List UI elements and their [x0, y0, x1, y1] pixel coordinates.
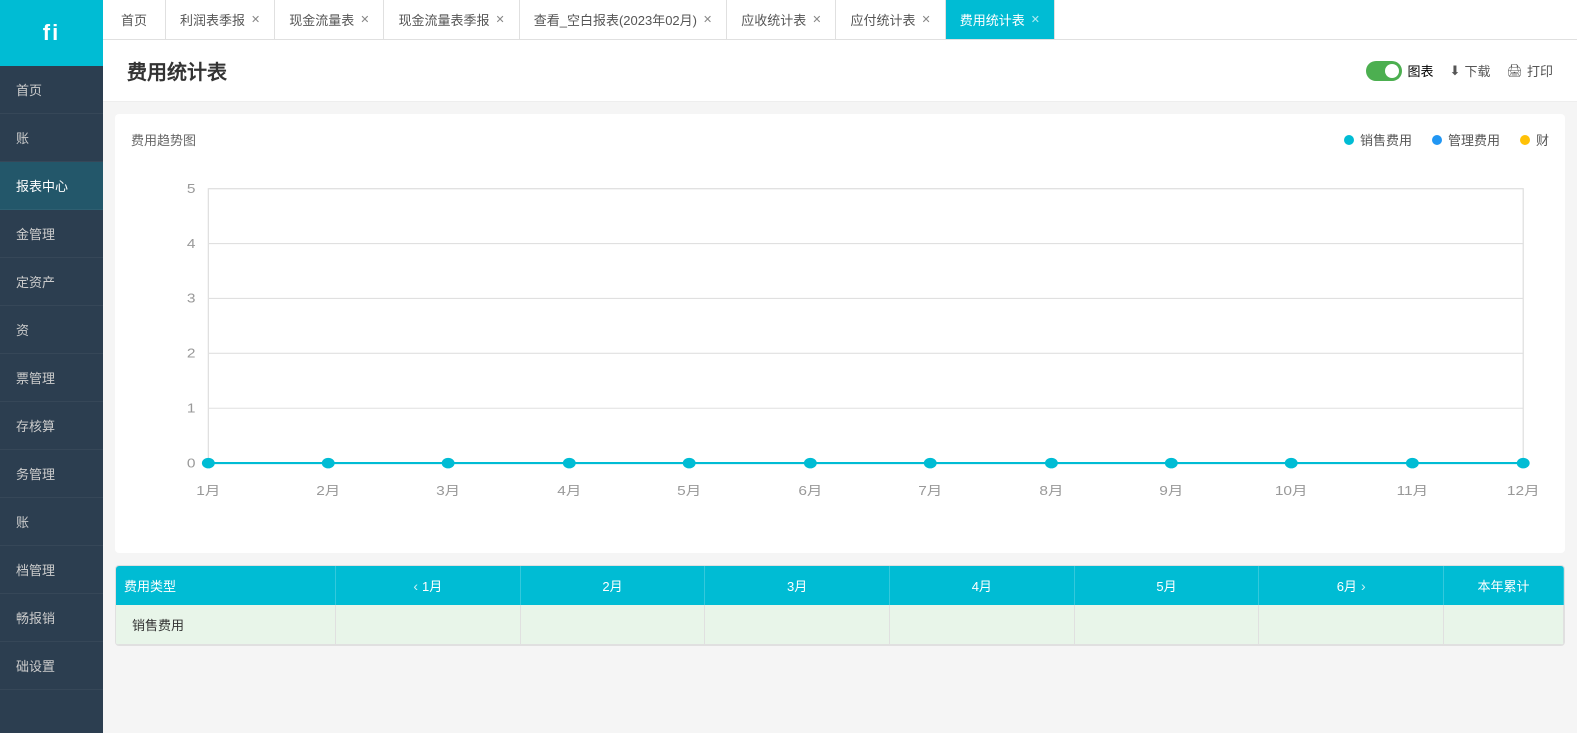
tab-bar: 首页 利润表季报 ✕ 现金流量表 ✕ 现金流量表季报 ✕ 查看_空白报表(202… — [103, 0, 1577, 40]
legend-dot-admin — [1432, 135, 1442, 145]
sidebar-item-receivable[interactable]: 账 — [0, 498, 103, 546]
sidebar-item-fixed-assets[interactable]: 定资产 — [0, 258, 103, 306]
app-logo: fi — [0, 0, 103, 66]
chart-legend: 销售费用 管理费用 财 — [1344, 130, 1549, 149]
svg-text:10月: 10月 — [1275, 483, 1308, 497]
trend-chart: 5 4 3 2 1 0 — [131, 157, 1549, 537]
svg-text:3月: 3月 — [436, 483, 460, 497]
cell-jun — [1259, 605, 1444, 644]
print-button[interactable]: 🖨 打印 — [1506, 61, 1553, 80]
svg-text:11月: 11月 — [1397, 483, 1429, 497]
sidebar-item-service-mgmt[interactable]: 务管理 — [0, 450, 103, 498]
download-icon: ⬇ — [1450, 63, 1461, 79]
expense-table: 费用类型 ‹ 1月 2月 3月 4月 5月 6月 › 本年累计 销售费用 — [115, 565, 1565, 646]
next-month-arrow[interactable]: › — [1361, 578, 1366, 594]
cell-type: 销售费用 — [116, 605, 336, 644]
svg-text:1月: 1月 — [196, 483, 220, 497]
col-header-jun: 6月 › — [1259, 566, 1444, 605]
toggle-label: 图表 — [1408, 61, 1434, 80]
tab-payable-stats[interactable]: 应付统计表 ✕ — [836, 0, 945, 39]
cell-mar — [705, 605, 890, 644]
chart-toggle-wrap[interactable]: 图表 — [1366, 61, 1434, 81]
cell-may — [1075, 605, 1260, 644]
tab-profit-quarter[interactable]: 利润表季报 ✕ — [166, 0, 275, 39]
col-header-mar: 3月 — [705, 566, 890, 605]
close-icon[interactable]: ✕ — [812, 13, 821, 26]
svg-text:1: 1 — [187, 401, 196, 415]
svg-text:4月: 4月 — [557, 483, 581, 497]
tab-home[interactable]: 首页 — [103, 0, 166, 39]
page-content: 费用统计表 图表 ⬇ 下载 🖨 打印 费用趋势图 — [103, 40, 1577, 733]
close-icon[interactable]: ✕ — [496, 13, 505, 26]
cell-jan — [336, 605, 521, 644]
legend-admin: 管理费用 — [1432, 130, 1500, 149]
svg-text:12月: 12月 — [1507, 483, 1540, 497]
chart-header: 费用趋势图 销售费用 管理费用 财 — [131, 130, 1549, 149]
col-header-apr: 4月 — [890, 566, 1075, 605]
tab-receivable-stats[interactable]: 应收统计表 ✕ — [727, 0, 836, 39]
svg-text:4: 4 — [187, 236, 196, 250]
sidebar-item-archive-mgmt[interactable]: 档管理 — [0, 546, 103, 594]
chart-container: 5 4 3 2 1 0 — [131, 157, 1549, 537]
sidebar-item-base-settings[interactable]: 础设置 — [0, 642, 103, 690]
header-actions: 图表 ⬇ 下载 🖨 打印 — [1366, 61, 1553, 81]
col-header-ytd: 本年累计 — [1444, 566, 1564, 605]
tab-expense-stats[interactable]: 费用统计表 ✕ — [946, 0, 1055, 39]
sidebar-item-expense-report[interactable]: 畅报销 — [0, 594, 103, 642]
sidebar-item-home[interactable]: 首页 — [0, 66, 103, 114]
col-header-type: 费用类型 — [116, 566, 336, 605]
legend-dot-finance — [1520, 135, 1530, 145]
chart-section: 费用趋势图 销售费用 管理费用 财 — [115, 114, 1565, 553]
svg-text:3: 3 — [187, 291, 196, 305]
table-header-row: 费用类型 ‹ 1月 2月 3月 4月 5月 6月 › 本年累计 — [116, 566, 1564, 605]
cell-feb — [521, 605, 706, 644]
tab-cashflow-quarter[interactable]: 现金流量表季报 ✕ — [384, 0, 519, 39]
cell-apr — [890, 605, 1075, 644]
col-header-may: 5月 — [1075, 566, 1260, 605]
legend-sales: 销售费用 — [1344, 130, 1412, 149]
svg-text:7月: 7月 — [918, 483, 942, 497]
sidebar-item-invoice-mgmt[interactable]: 票管理 — [0, 354, 103, 402]
svg-text:2: 2 — [187, 346, 196, 360]
close-icon[interactable]: ✕ — [251, 13, 260, 26]
main-area: 首页 利润表季报 ✕ 现金流量表 ✕ 现金流量表季报 ✕ 查看_空白报表(202… — [103, 0, 1577, 733]
table-row: 销售费用 — [116, 605, 1564, 645]
close-icon[interactable]: ✕ — [1031, 13, 1040, 26]
legend-label-admin: 管理费用 — [1448, 130, 1500, 149]
prev-month-arrow[interactable]: ‹ — [413, 578, 418, 594]
close-icon[interactable]: ✕ — [921, 13, 930, 26]
sidebar-item-report-center[interactable]: 报表中心 — [0, 162, 103, 210]
page-title: 费用统计表 — [127, 56, 227, 85]
legend-label-finance: 财 — [1536, 130, 1549, 149]
svg-text:5: 5 — [187, 181, 196, 195]
col-header-feb: 2月 — [521, 566, 706, 605]
legend-finance: 财 — [1520, 130, 1549, 149]
tab-cashflow[interactable]: 现金流量表 ✕ — [275, 0, 384, 39]
legend-dot-sales — [1344, 135, 1354, 145]
close-icon[interactable]: ✕ — [703, 13, 712, 26]
svg-text:5月: 5月 — [677, 483, 701, 497]
svg-text:9月: 9月 — [1159, 483, 1183, 497]
sidebar: fi 首页 账 报表中心 金管理 定资产 资 票管理 存核算 务管理 账 档管理… — [0, 0, 103, 733]
cell-ytd — [1444, 605, 1564, 644]
sidebar-item-fund-mgmt[interactable]: 金管理 — [0, 210, 103, 258]
close-icon[interactable]: ✕ — [360, 13, 369, 26]
print-icon: 🖨 — [1506, 63, 1523, 79]
col-header-jan: ‹ 1月 — [336, 566, 521, 605]
sidebar-item-inventory[interactable]: 存核算 — [0, 402, 103, 450]
svg-text:0: 0 — [187, 456, 196, 470]
download-button[interactable]: ⬇ 下载 — [1450, 61, 1491, 80]
sidebar-item-account[interactable]: 账 — [0, 114, 103, 162]
svg-text:8月: 8月 — [1039, 483, 1063, 497]
legend-label-sales: 销售费用 — [1360, 130, 1412, 149]
chart-title: 费用趋势图 — [131, 130, 196, 149]
svg-text:2月: 2月 — [316, 483, 340, 497]
svg-text:6月: 6月 — [798, 483, 822, 497]
page-header: 费用统计表 图表 ⬇ 下载 🖨 打印 — [103, 40, 1577, 102]
sidebar-item-investment[interactable]: 资 — [0, 306, 103, 354]
chart-toggle[interactable] — [1366, 61, 1402, 81]
tab-blank-report[interactable]: 查看_空白报表(2023年02月) ✕ — [520, 0, 728, 39]
